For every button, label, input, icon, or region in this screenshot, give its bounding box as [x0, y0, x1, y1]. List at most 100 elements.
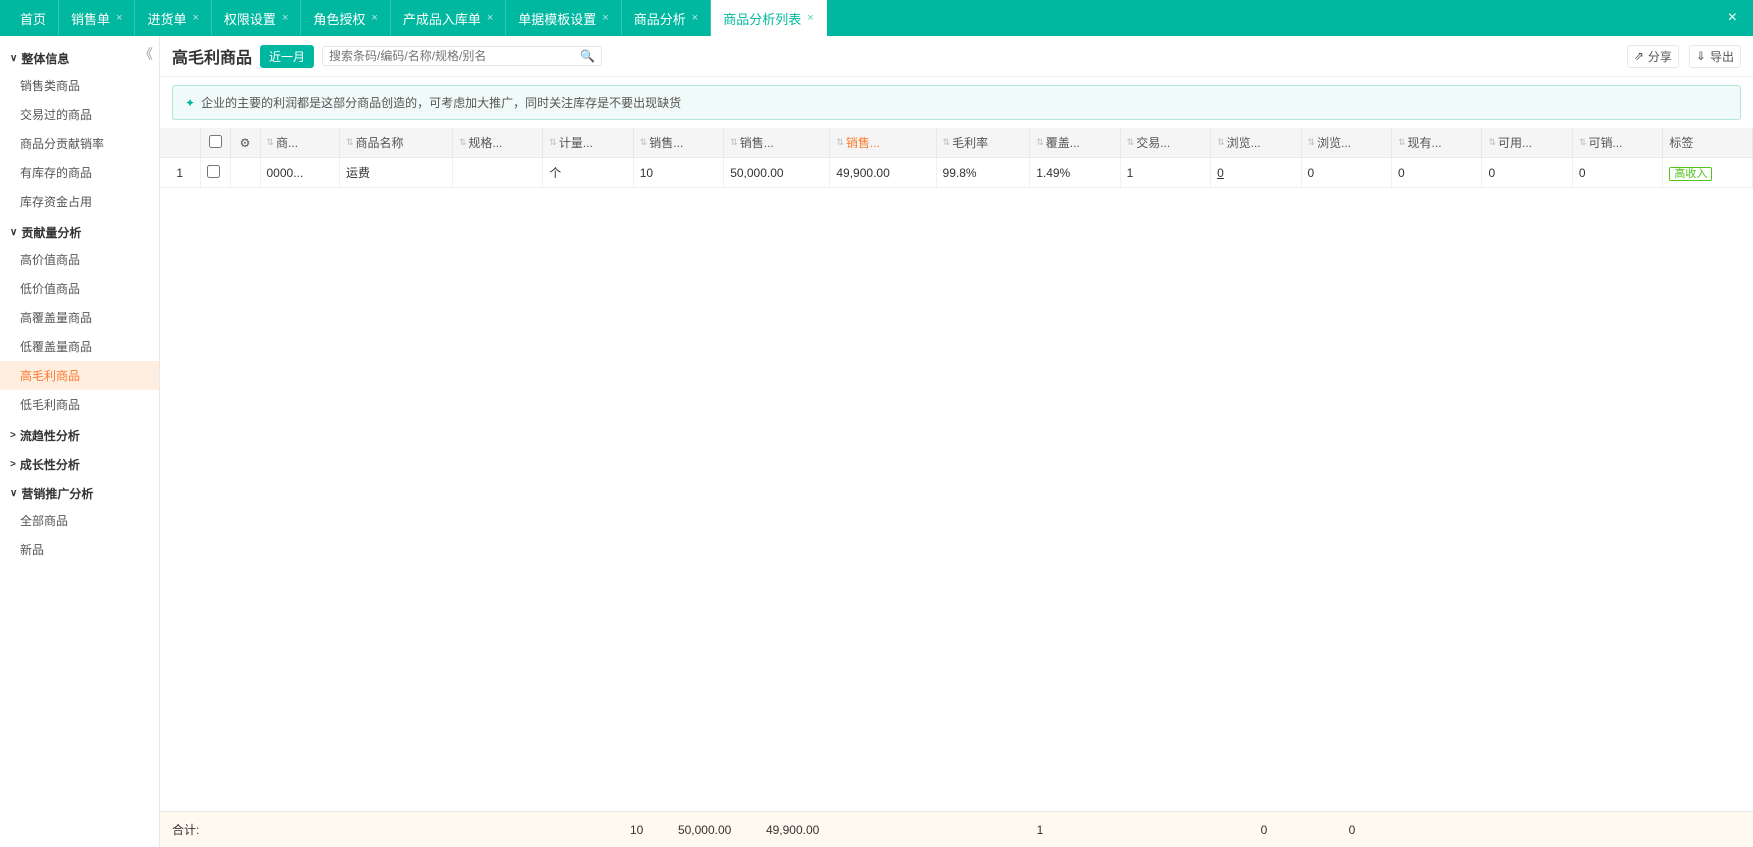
sidebar-group-label: 贡献量分析 [21, 224, 81, 241]
sidebar-item-商品分贡献销率[interactable]: 商品分贡献销率 [0, 129, 159, 158]
sidebar-item-高价值商品[interactable]: 高价值商品 [0, 245, 159, 274]
nav-tab-权限设置[interactable]: 权限设置× [212, 0, 301, 36]
close-tab-button[interactable]: × [807, 12, 813, 24]
group-arrow-icon: ∨ [10, 227, 17, 238]
cell-tag: 高收入 [1663, 158, 1753, 188]
nav-tab-销售单[interactable]: 销售单× [59, 0, 135, 36]
row-checkbox[interactable] [207, 165, 220, 178]
cell-browse2: 0 [1301, 158, 1391, 188]
content-header: 高毛利商品 近一月 🔍 ⇗ 分享 ⇓ 导出 [160, 36, 1753, 77]
col-browse2-header: ⇅浏览... [1301, 128, 1391, 158]
footer-sales-amount: 50,000.00 [663, 823, 743, 837]
close-tab-button[interactable]: × [487, 12, 493, 24]
nav-tab-商品分析[interactable]: 商品分析× [622, 0, 711, 36]
data-table: ⚙ ⇅商... ⇅商品名称 ⇅规格... ⇅计量... ⇅销售... ⇅销售..… [160, 128, 1753, 188]
footer-sales-qty: 10 [575, 823, 655, 837]
close-tab-button[interactable]: × [371, 12, 377, 24]
select-all-checkbox[interactable] [209, 135, 222, 148]
sidebar-item-交易过的商品[interactable]: 交易过的商品 [0, 100, 159, 129]
sidebar-item-低覆盖量商品[interactable]: 低覆盖量商品 [0, 332, 159, 361]
group-arrow-icon: ∨ [10, 53, 17, 64]
sidebar-item-全部商品[interactable]: 全部商品 [0, 506, 159, 535]
nav-tab-单据模板设置[interactable]: 单据模板设置× [506, 0, 621, 36]
col-browse1-header: ⇅浏览... [1211, 128, 1301, 158]
share-button[interactable]: ⇗ 分享 [1627, 45, 1679, 68]
export-icon: ⇓ [1696, 49, 1706, 63]
sidebar-group-流趋性分析[interactable]: > 流趋性分析 [0, 419, 159, 448]
col-unit-header: ⇅计量... [543, 128, 633, 158]
col-sales-profit-header: ⇅销售... [830, 128, 936, 158]
sidebar-item-销售类商品[interactable]: 销售类商品 [0, 71, 159, 100]
cell-gross-rate: 99.8% [936, 158, 1030, 188]
nav-tab-进货单[interactable]: 进货单× [135, 0, 211, 36]
col-gross-rate-header: ⇅毛利率 [936, 128, 1030, 158]
sidebar-group-label: 整体信息 [21, 50, 69, 67]
col-sales-qty-header: ⇅销售... [633, 128, 723, 158]
content-area: 高毛利商品 近一月 🔍 ⇗ 分享 ⇓ 导出 ✦ 企业的主要的利润都是这部分商品创… [160, 36, 1753, 847]
info-banner: ✦ 企业的主要的利润都是这部分商品创造的，可考虑加大推广，同时关注库存是不要出现… [172, 85, 1741, 120]
search-icon[interactable]: 🔍 [580, 49, 595, 63]
col-settings-header[interactable]: ⚙ [230, 128, 260, 158]
col-sellable-header: ⇅可销... [1572, 128, 1662, 158]
group-arrow-icon: > [10, 459, 16, 470]
nav-tab-商品分析列表[interactable]: 商品分析列表× [711, 0, 826, 36]
col-code-header: ⇅商... [260, 128, 339, 158]
col-coverage-header: ⇅覆盖... [1030, 128, 1120, 158]
nav-tabs-container: 首页销售单×进货单×权限设置×角色授权×产成品入库单×单据模板设置×商品分析×商… [8, 0, 1720, 36]
col-available-header: ⇅可用... [1482, 128, 1572, 158]
sidebar-item-高毛利商品[interactable]: 高毛利商品 [0, 361, 159, 390]
search-input[interactable] [329, 49, 580, 63]
cell-code: 0000... [260, 158, 339, 188]
sidebar-group-成长性分析[interactable]: >成长性分析 [0, 448, 159, 477]
table-wrapper[interactable]: ⚙ ⇅商... ⇅商品名称 ⇅规格... ⇅计量... ⇅销售... ⇅销售..… [160, 128, 1753, 811]
cell-sales-qty: 10 [633, 158, 723, 188]
cell-spec [452, 158, 542, 188]
col-spec-header: ⇅规格... [452, 128, 542, 158]
cell-coverage: 1.49% [1030, 158, 1120, 188]
close-tab-button[interactable]: × [602, 12, 608, 24]
sidebar-group-label: 营销推广分析 [21, 485, 93, 502]
sidebar-group-整体信息[interactable]: ∨ 整体信息 [0, 42, 159, 71]
sidebar-collapse-button[interactable]: 《 [139, 44, 153, 64]
cell-browse1: 0 [1211, 158, 1301, 188]
nav-tab-首页[interactable]: 首页 [8, 0, 59, 36]
sidebar-item-新品[interactable]: 新品 [0, 535, 159, 564]
sidebar-group-营销推广分析[interactable]: ∨ 营销推广分析 [0, 477, 159, 506]
nav-tab-产成品入库单[interactable]: 产成品入库单× [391, 0, 506, 36]
sidebar: 《 ∨ 整体信息销售类商品交易过的商品商品分贡献销率有库存的商品库存资金占用 ∨ 贡献… [0, 36, 160, 847]
cell-sales-amount: 50,000.00 [724, 158, 830, 188]
table-row: 10000...运费个1050,000.0049,900.0099.8%1.49… [160, 158, 1753, 188]
cell-num: 1 [160, 158, 200, 188]
col-tag-header: 标签 [1663, 128, 1753, 158]
close-tab-button[interactable]: × [116, 12, 122, 24]
sidebar-item-有库存的商品[interactable]: 有库存的商品 [0, 158, 159, 187]
close-tab-button[interactable]: × [192, 12, 198, 24]
info-icon: ✦ [185, 96, 195, 110]
sidebar-group-label: 流趋性分析 [20, 427, 80, 444]
sidebar-item-库存资金占用[interactable]: 库存资金占用 [0, 187, 159, 216]
date-filter-button[interactable]: 近一月 [260, 45, 314, 68]
sidebar-item-低价值商品[interactable]: 低价值商品 [0, 274, 159, 303]
close-all-button[interactable]: × [1720, 9, 1745, 27]
cell-sales-profit: 49,900.00 [830, 158, 936, 188]
cell-sellable: 0 [1572, 158, 1662, 188]
sidebar-item-高覆盖量商品[interactable]: 高覆盖量商品 [0, 303, 159, 332]
close-tab-button[interactable]: × [692, 12, 698, 24]
cell-trade: 1 [1120, 158, 1210, 188]
group-arrow-icon: > [10, 430, 16, 441]
group-arrow-icon: ∨ [10, 488, 17, 499]
col-sales-amount-header: ⇅销售... [724, 128, 830, 158]
footer-current-stock: 0 [1199, 823, 1279, 837]
sidebar-group-贡献量分析[interactable]: ∨ 贡献量分析 [0, 216, 159, 245]
cell-settings [230, 158, 260, 188]
table-header: ⚙ ⇅商... ⇅商品名称 ⇅规格... ⇅计量... ⇅销售... ⇅销售..… [160, 128, 1753, 158]
header-row: ⚙ ⇅商... ⇅商品名称 ⇅规格... ⇅计量... ⇅销售... ⇅销售..… [160, 128, 1753, 158]
close-tab-button[interactable]: × [282, 12, 288, 24]
nav-tab-角色授权[interactable]: 角色授权× [301, 0, 390, 36]
footer-available: 0 [1287, 823, 1367, 837]
cell-unit: 个 [543, 158, 633, 188]
export-button[interactable]: ⇓ 导出 [1689, 45, 1741, 68]
cell-browse1-link[interactable]: 0 [1217, 166, 1224, 180]
sidebar-item-低毛利商品[interactable]: 低毛利商品 [0, 390, 159, 419]
share-label: 分享 [1648, 48, 1672, 65]
